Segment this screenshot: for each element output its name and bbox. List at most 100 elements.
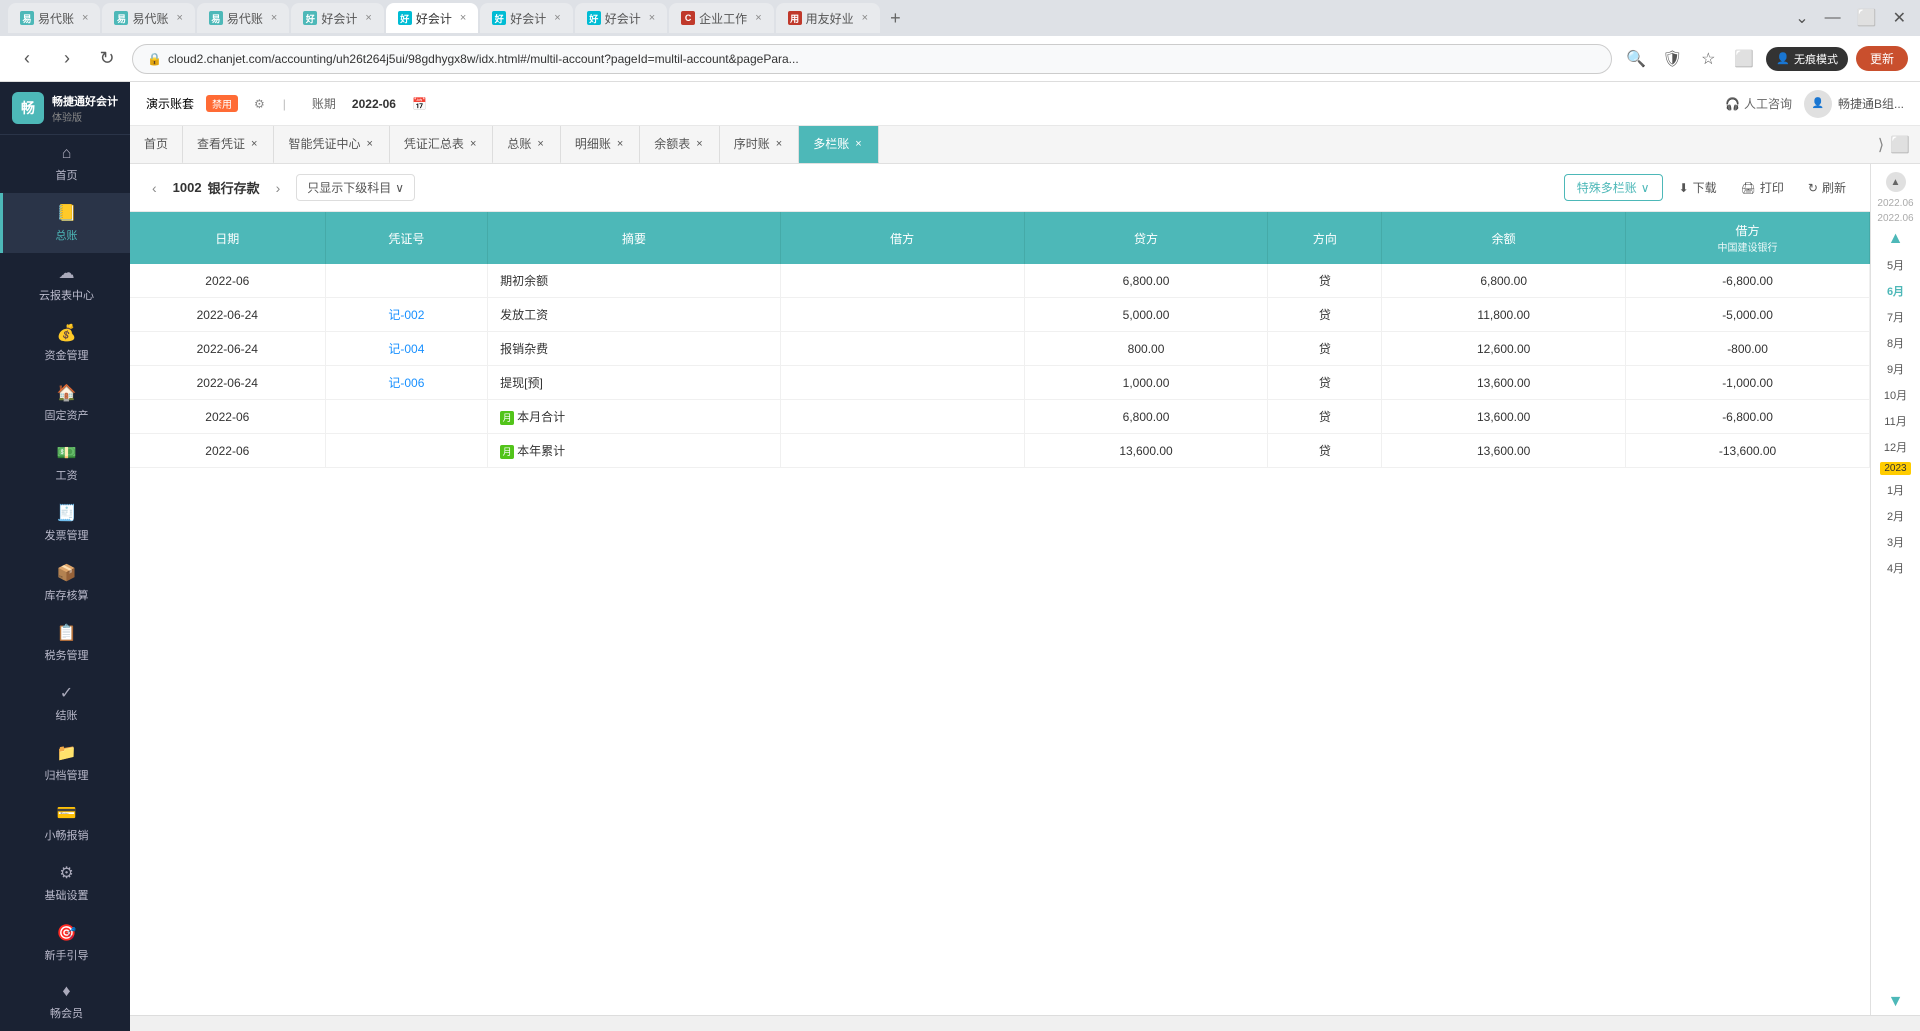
back-button[interactable]: ‹	[12, 44, 42, 74]
bottom-scrollbar[interactable]	[130, 1015, 1920, 1031]
close-icon[interactable]: ×	[176, 12, 182, 24]
sidebar-item-home[interactable]: ⌂ 首页	[0, 135, 130, 193]
search-button[interactable]: 🔍	[1622, 45, 1650, 73]
tab-close-icon[interactable]: ×	[468, 138, 478, 150]
star-button[interactable]: ☆	[1694, 45, 1722, 73]
tab-yidaizhang-2[interactable]: 易 易代账 ×	[102, 3, 194, 33]
month-12[interactable]: 12月	[1871, 434, 1920, 460]
tab-close-icon[interactable]: ×	[364, 138, 374, 150]
prev-account-button[interactable]: ‹	[146, 178, 163, 198]
consult-button[interactable]: 🎧 人工咨询	[1725, 95, 1792, 112]
settings-gear-icon[interactable]: ⚙	[254, 97, 265, 111]
cell-voucher: 记-006	[325, 366, 488, 400]
sidebar-item-ledger[interactable]: 📒 总账	[0, 193, 130, 253]
tab-balance[interactable]: 余额表 ×	[640, 126, 719, 164]
tab-list-button[interactable]: ⌄	[1789, 6, 1814, 30]
close-icon[interactable]: ×	[460, 12, 466, 24]
show-sub-button[interactable]: 只显示下级科目 ∨	[296, 174, 415, 201]
scroll-up-button[interactable]: ▲	[1884, 226, 1908, 252]
forward-button[interactable]: ›	[52, 44, 82, 74]
cell-debit	[780, 434, 1024, 468]
month-10[interactable]: 10月	[1871, 382, 1920, 408]
tab-detail-ledger[interactable]: 明细账 ×	[561, 126, 640, 164]
tab-journal[interactable]: 序时账 ×	[720, 126, 799, 164]
tab-home[interactable]: 首页	[130, 126, 183, 164]
incognito-button[interactable]: 👤 无痕模式	[1766, 47, 1848, 71]
update-button[interactable]: 更新	[1856, 46, 1908, 71]
sidebar-item-tax[interactable]: 📋 税务管理	[0, 613, 130, 673]
user-area[interactable]: 👤 畅捷通B组...	[1804, 90, 1904, 118]
tab-smart-voucher[interactable]: 智能凭证中心 ×	[274, 126, 389, 164]
new-tab-button[interactable]: +	[882, 4, 909, 33]
calendar-icon[interactable]: 📅	[412, 97, 427, 111]
tab-close-icon[interactable]: ×	[774, 138, 784, 150]
tab-haokuaiji-4[interactable]: 好 好会计 ×	[575, 3, 667, 33]
month-4[interactable]: 4月	[1871, 555, 1920, 581]
month-5[interactable]: 5月	[1871, 252, 1920, 278]
minimize-button[interactable]: —	[1819, 7, 1847, 29]
month-8[interactable]: 8月	[1871, 330, 1920, 356]
maximize-button[interactable]: ⬜	[1851, 6, 1883, 30]
expand-tabs-button[interactable]: ⬜	[1890, 135, 1910, 155]
close-icon[interactable]: ×	[365, 12, 371, 24]
tab-close-icon[interactable]: ×	[615, 138, 625, 150]
tab-general-ledger[interactable]: 总账 ×	[493, 126, 560, 164]
tab-enterprise[interactable]: C 企业工作 ×	[669, 3, 773, 33]
voucher-link[interactable]: 记-006	[388, 376, 424, 390]
month-2[interactable]: 2月	[1871, 503, 1920, 529]
collapse-tabs-button[interactable]: ⟩	[1878, 135, 1884, 155]
tab-yonyou[interactable]: 用 用友好业 ×	[776, 3, 880, 33]
col-debit: 借方	[780, 212, 1024, 264]
sidebar-item-settings[interactable]: ⚙ 基础设置	[0, 853, 130, 913]
screenshot-button[interactable]: ⬜	[1730, 45, 1758, 73]
sidebar-item-close[interactable]: ✓ 结账	[0, 673, 130, 733]
refresh-button[interactable]: ↻ 刷新	[1800, 175, 1854, 200]
close-icon[interactable]: ×	[82, 12, 88, 24]
sidebar-item-report[interactable]: ☁ 云报表中心	[0, 253, 130, 313]
sidebar-item-assets[interactable]: 🏠 固定资产	[0, 373, 130, 433]
month-3[interactable]: 3月	[1871, 529, 1920, 555]
close-icon[interactable]: ×	[649, 12, 655, 24]
shield-icon[interactable]: 🛡	[1658, 45, 1686, 73]
month-1[interactable]: 1月	[1871, 477, 1920, 503]
tab-close-icon[interactable]: ×	[249, 138, 259, 150]
sidebar-item-expense[interactable]: 💳 小畅报销	[0, 793, 130, 853]
right-panel-collapse-button[interactable]: ▲	[1886, 172, 1906, 192]
month-6[interactable]: 6月	[1871, 278, 1920, 304]
close-icon[interactable]: ×	[755, 12, 761, 24]
url-bar[interactable]: 🔒 cloud2.chanjet.com/accounting/uh26t264…	[132, 44, 1612, 74]
tab-haokuaiji-1[interactable]: 好 好会计 ×	[291, 3, 383, 33]
voucher-link[interactable]: 记-002	[388, 308, 424, 322]
special-multicolumn-button[interactable]: 特殊多栏账 ∨	[1564, 174, 1663, 201]
close-icon[interactable]: ×	[554, 12, 560, 24]
download-button[interactable]: ⬇ 下载	[1671, 175, 1725, 200]
next-account-button[interactable]: ›	[270, 178, 287, 198]
tab-yidaizhang-3[interactable]: 易 易代账 ×	[197, 3, 289, 33]
close-icon[interactable]: ×	[862, 12, 868, 24]
tab-haokuaiji-2[interactable]: 好 好会计 ×	[386, 3, 478, 33]
tab-close-icon[interactable]: ×	[853, 138, 863, 150]
sidebar-item-membership[interactable]: ♦ 畅会员	[0, 973, 130, 1031]
voucher-link[interactable]: 记-004	[388, 342, 424, 356]
scroll-down-button[interactable]: ▼	[1884, 989, 1908, 1015]
month-11[interactable]: 11月	[1871, 408, 1920, 434]
month-7[interactable]: 7月	[1871, 304, 1920, 330]
month-9[interactable]: 9月	[1871, 356, 1920, 382]
close-window-button[interactable]: ✕	[1887, 6, 1912, 30]
tab-close-icon[interactable]: ×	[535, 138, 545, 150]
tab-multicolumn[interactable]: 多栏账 ×	[799, 126, 878, 164]
sidebar-item-invoice[interactable]: 🧾 发票管理	[0, 493, 130, 553]
tab-haokuaiji-3[interactable]: 好 好会计 ×	[480, 3, 572, 33]
tab-yidaizhang-1[interactable]: 易 易代账 ×	[8, 3, 100, 33]
sidebar-item-inventory[interactable]: 📦 库存核算	[0, 553, 130, 613]
sidebar-item-archive[interactable]: 📁 归档管理	[0, 733, 130, 793]
close-icon[interactable]: ×	[271, 12, 277, 24]
print-button[interactable]: 🖨 打印	[1733, 175, 1792, 200]
sidebar-item-guide[interactable]: 🎯 新手引导	[0, 913, 130, 973]
tab-close-icon[interactable]: ×	[694, 138, 704, 150]
sidebar-item-fund[interactable]: 💰 资金管理	[0, 313, 130, 373]
tab-voucher-summary[interactable]: 凭证汇总表 ×	[390, 126, 493, 164]
sidebar-item-salary[interactable]: 💵 工资	[0, 433, 130, 493]
reload-button[interactable]: ↻	[92, 44, 122, 74]
tab-view-voucher[interactable]: 查看凭证 ×	[183, 126, 274, 164]
